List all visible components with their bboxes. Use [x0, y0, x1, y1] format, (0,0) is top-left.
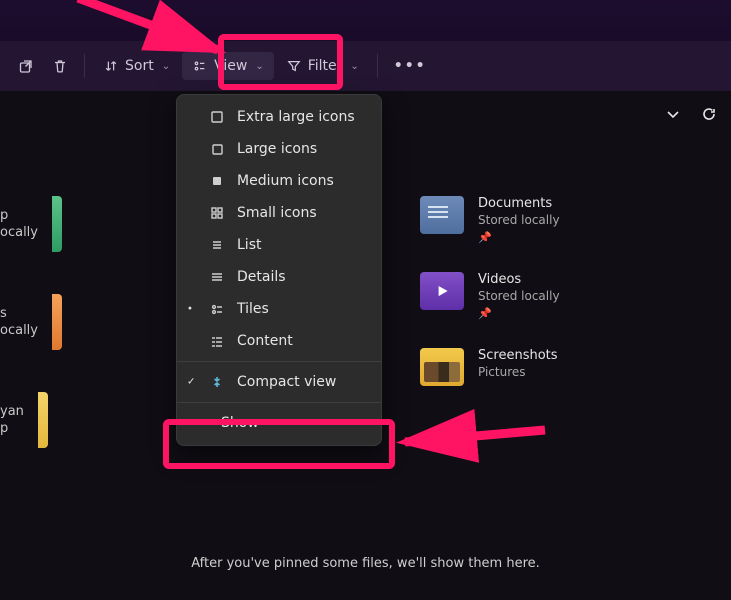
- details-icon: [209, 269, 225, 285]
- menu-item-label: Show: [221, 415, 259, 431]
- sort-button[interactable]: Sort ⌄: [93, 52, 180, 80]
- content-icon: [209, 333, 225, 349]
- menu-item-label: Large icons: [237, 141, 317, 157]
- menu-item-label: Small icons: [237, 205, 317, 221]
- toolbar-separator: [84, 54, 85, 78]
- menu-item-large-icons[interactable]: Large icons: [177, 133, 381, 165]
- square-outline-icon: [209, 109, 225, 125]
- square-filled-icon: [209, 173, 225, 189]
- header-right-controls: [663, 104, 719, 124]
- title-bar-area: [0, 0, 731, 41]
- toolbar-separator: [377, 54, 378, 78]
- folder-subtitle: Stored locally: [478, 213, 560, 227]
- sort-label: Sort: [125, 58, 154, 74]
- folder-title-fragment: p: [0, 208, 38, 223]
- list-icon: [209, 237, 225, 253]
- delete-button[interactable]: [44, 52, 76, 80]
- chevron-down-icon: ⌄: [162, 61, 170, 72]
- screenshots-folder-icon: [420, 348, 464, 386]
- menu-item-label: Content: [237, 333, 293, 349]
- folder-thumb: [52, 196, 62, 252]
- list-item[interactable]: s ocally: [0, 294, 62, 350]
- ellipsis-icon: •••: [394, 58, 427, 74]
- folder-sub-fragment: ocally: [0, 225, 38, 240]
- tiles-icon: [209, 301, 225, 317]
- menu-item-details[interactable]: Details: [177, 261, 381, 293]
- folder-sub-fragment: ocally: [0, 323, 38, 338]
- list-item[interactable]: Documents Stored locally 📌: [420, 196, 560, 244]
- square-outline-icon: [209, 141, 225, 157]
- menu-item-small-icons[interactable]: Small icons: [177, 197, 381, 229]
- more-button[interactable]: •••: [386, 52, 435, 80]
- menu-item-show[interactable]: Show ›: [177, 407, 381, 439]
- menu-item-content[interactable]: Content: [177, 325, 381, 357]
- grid-icon: [209, 205, 225, 221]
- folder-title: Documents: [478, 196, 560, 211]
- folder-title: Screenshots: [478, 348, 558, 363]
- left-folder-column: p ocally s ocally yan p: [0, 196, 62, 448]
- pin-icon: 📌: [478, 307, 560, 320]
- menu-item-tiles[interactable]: • Tiles: [177, 293, 381, 325]
- folder-title-fragment: yan: [0, 404, 24, 419]
- chevron-down-icon: ⌄: [255, 61, 263, 72]
- menu-item-label: Tiles: [237, 301, 269, 317]
- menu-item-extra-large-icons[interactable]: Extra large icons: [177, 101, 381, 133]
- menu-item-medium-icons[interactable]: Medium icons: [177, 165, 381, 197]
- menu-item-label: Compact view: [237, 374, 336, 390]
- view-label: View: [214, 58, 247, 74]
- folder-sub-fragment: p: [0, 421, 24, 436]
- command-bar: Sort ⌄ View ⌄ Filter ⌄ •••: [0, 41, 731, 91]
- menu-item-label: Details: [237, 269, 286, 285]
- empty-state-hint: After you've pinned some files, we'll sh…: [0, 556, 731, 571]
- list-item[interactable]: yan p: [0, 392, 62, 448]
- folder-subtitle: Stored locally: [478, 289, 560, 303]
- documents-folder-icon: [420, 196, 464, 234]
- list-item[interactable]: Videos Stored locally 📌: [420, 272, 560, 320]
- trash-icon: [52, 58, 68, 74]
- view-button[interactable]: View ⌄: [182, 52, 274, 80]
- folder-title-fragment: s: [0, 306, 38, 321]
- view-dropdown-menu: Extra large icons Large icons Medium ico…: [176, 94, 382, 446]
- filter-button[interactable]: Filter ⌄: [276, 52, 369, 80]
- list-item[interactable]: p ocally: [0, 196, 62, 252]
- menu-item-label: Extra large icons: [237, 109, 355, 125]
- compact-icon: [209, 374, 225, 390]
- sort-icon: [103, 58, 119, 74]
- selected-bullet-icon: •: [187, 304, 193, 315]
- filter-label: Filter: [308, 58, 343, 74]
- menu-item-compact-view[interactable]: ✓ Compact view: [177, 366, 381, 398]
- refresh-button[interactable]: [699, 104, 719, 124]
- menu-item-list[interactable]: List: [177, 229, 381, 261]
- share-button[interactable]: [10, 52, 42, 80]
- checkmark-icon: ✓: [187, 377, 195, 388]
- view-icon: [192, 58, 208, 74]
- folder-thumb: [52, 294, 62, 350]
- folder-thumb: [38, 392, 48, 448]
- share-icon: [18, 58, 34, 74]
- pin-icon: 📌: [478, 231, 560, 244]
- menu-divider: [177, 402, 381, 403]
- filter-icon: [286, 58, 302, 74]
- menu-item-label: Medium icons: [237, 173, 334, 189]
- folder-subtitle: Pictures: [478, 365, 558, 379]
- chevron-down-icon: ⌄: [350, 61, 358, 72]
- expand-chevron-button[interactable]: [663, 104, 683, 124]
- videos-folder-icon: [420, 272, 464, 310]
- annotation-arrow-show: [395, 410, 555, 464]
- folder-title: Videos: [478, 272, 560, 287]
- right-folder-column: Documents Stored locally 📌 Videos Stored…: [420, 196, 560, 386]
- list-item[interactable]: Screenshots Pictures: [420, 348, 560, 386]
- menu-item-label: List: [237, 237, 261, 253]
- menu-divider: [177, 361, 381, 362]
